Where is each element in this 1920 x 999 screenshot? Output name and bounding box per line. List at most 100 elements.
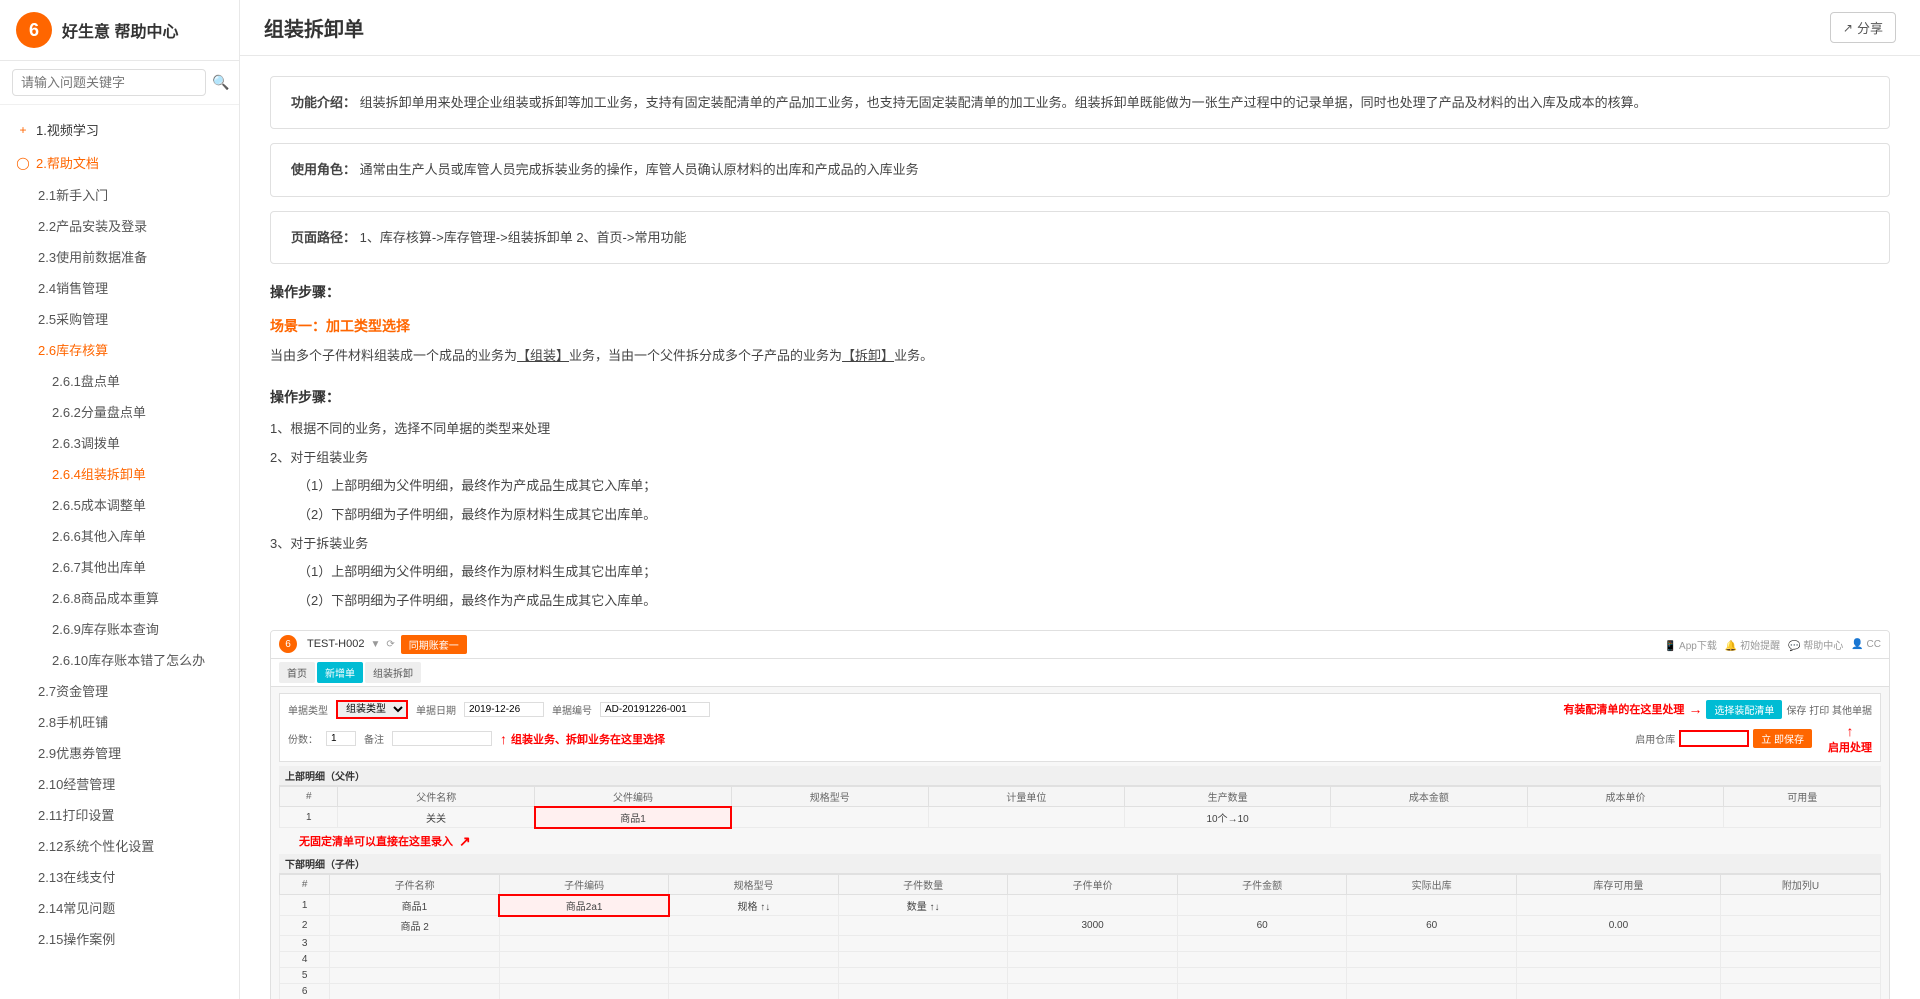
sim-count-input[interactable] — [326, 731, 356, 746]
sidebar-item-sales[interactable]: 2.4销售管理 — [0, 272, 239, 303]
sidebar-item-mobile[interactable]: 2.8手机旺铺 — [0, 706, 239, 737]
share-label: 分享 — [1857, 18, 1883, 37]
sim-refresh-icon[interactable]: ⟳ — [386, 639, 394, 650]
sidebar-item-finance[interactable]: 2.7资金管理 — [0, 675, 239, 706]
annotation2-text: 组装业务、拆卸业务在这里选择 — [511, 731, 665, 747]
sim-note-input[interactable] — [392, 731, 492, 746]
sim-app-icon1: 📱 App下载 — [1664, 637, 1716, 652]
upper-row-1: 1 关关 商品1 10个→10 — [280, 807, 1881, 828]
sidebar-item-prepare[interactable]: 2.3使用前数据准备 — [0, 241, 239, 272]
sidebar-item-stocktake[interactable]: 2.6.1盘点单 — [0, 365, 239, 396]
path-label: 页面路径： — [291, 230, 356, 245]
sidebar-item-ops[interactable]: 2.10经营管理 — [0, 768, 239, 799]
sim-bom-btn[interactable]: 选择装配清单 — [1706, 700, 1782, 719]
upper-table: # 父件名称 父件编码 规格型号 计量单位 生产数量 成本金额 成本单价 可用量 — [279, 786, 1881, 829]
sim-app-logo: 6 — [279, 635, 297, 653]
sidebar-item-cost-adjust[interactable]: 2.6.5成本调整单 — [0, 489, 239, 520]
sim-app-icon2: 🔔 初始提醒 — [1725, 637, 1780, 652]
scenario1-heading: 场景一：加工类型选择 — [270, 316, 1890, 336]
path-box: 页面路径： 1、库存核算->库存管理->组装拆卸单 2、首页->常用功能 — [270, 211, 1890, 264]
sim-type-select[interactable]: 组装类型 拆卸类型 — [336, 700, 408, 719]
sim-date-label: 单据日期 — [416, 702, 456, 717]
sidebar-item-install[interactable]: 2.2产品安装及登录 — [0, 210, 239, 241]
sim-docno-input[interactable] — [600, 702, 710, 717]
lower-row-1: 1 商品1 商品2a1 规格 ↑↓ 数量 ↑↓ — [280, 895, 1881, 916]
search-button[interactable]: 🔍 — [212, 74, 229, 91]
lower-row-5: 5 — [280, 968, 1881, 984]
sim-user: 👤 CC — [1851, 639, 1881, 650]
topbar: 组装拆卸单 ↗ 分享 — [240, 0, 1920, 56]
sidebar-item-assemble[interactable]: 2.6.4组装拆卸单 — [0, 458, 239, 489]
sidebar-item-split[interactable]: 2.6.2分量盘点单 — [0, 396, 239, 427]
step2-sub1: （1）上部明细为父件明细，最终作为产成品生成其它入库单； — [270, 474, 1890, 499]
sidebar-item-new[interactable]: 2.1新手入门 — [0, 179, 239, 210]
lower-row-4: 4 — [280, 952, 1881, 968]
sidebar-item-faq[interactable]: 2.14常见问题 — [0, 892, 239, 923]
sidebar-header: 6 好生意 帮助中心 — [0, 0, 239, 61]
sidebar-item-stock-query[interactable]: 2.6.9库存账本查询 — [0, 613, 239, 644]
step2-sub2: （2）下部明细为子件明细，最终作为原材料生成其它出库单。 — [270, 503, 1890, 528]
lower-row-2: 2 商品 2 3000 60 60 0.00 — [280, 916, 1881, 936]
collapse-icon: ◯ — [16, 156, 30, 170]
sim-app-icon3: 💬 帮助中心 — [1788, 637, 1843, 652]
sidebar-item-video[interactable]: + 1.视频学习 — [0, 113, 239, 146]
scenario1-desc: 当由多个子件材料组装成一个成品的业务为【组装】业务，当由一个父件拆分成多个子产品… — [270, 344, 1890, 369]
nav-section-video: + 1.视频学习 — [0, 113, 239, 146]
annotation4-text: 无固定清单可以直接在这里录入 — [299, 833, 453, 849]
sidebar-item-coupon[interactable]: 2.9优惠券管理 — [0, 737, 239, 768]
sidebar-item-docs[interactable]: ◯ 2.帮助文档 — [0, 146, 239, 179]
sim-orange-btn[interactable]: 同期账套一 — [401, 635, 467, 654]
sim-topbar: 6 TEST-H002 ▼ ⟳ 同期账套一 📱 App下载 🔔 初始提醒 💬 帮… — [271, 631, 1889, 659]
sim-company: TEST-H002 — [307, 638, 364, 650]
ops-heading: 操作步骤： — [270, 282, 1890, 302]
sidebar-item-cost-calc[interactable]: 2.6.8商品成本重算 — [0, 582, 239, 613]
sidebar-item-custom[interactable]: 2.12系统个性化设置 — [0, 830, 239, 861]
sim-save-btn[interactable]: 立 即保存 — [1753, 729, 1812, 748]
sim-warehouse-input[interactable] — [1679, 730, 1749, 747]
share-button[interactable]: ↗ 分享 — [1830, 12, 1896, 43]
sim-tab-bar: 首页 新增单 组装拆卸 — [271, 659, 1889, 687]
sim-tab-new[interactable]: 新增单 — [317, 662, 363, 683]
sidebar-item-label: 1.视频学习 — [36, 120, 99, 139]
sidebar-item-label: 2.帮助文档 — [36, 153, 99, 172]
page-title: 组装拆卸单 — [264, 13, 364, 42]
sim-note-label: 备注 — [364, 731, 384, 746]
search-box: 🔍 — [0, 61, 239, 105]
annotation3-text: 启用处理 — [1828, 739, 1872, 755]
step3-sub2: （2）下部明细为子件明细，最终作为产成品生成其它入库单。 — [270, 589, 1890, 614]
intro-label: 功能介绍： — [291, 95, 356, 110]
sidebar-item-cases[interactable]: 2.15操作案例 — [0, 923, 239, 954]
sim-tab-assemble[interactable]: 组装拆卸 — [365, 662, 421, 683]
step1: 1、根据不同的业务，选择不同单据的类型来处理 — [270, 417, 1890, 442]
annotation1-text: 有装配清单的在这里处理 — [1563, 701, 1684, 717]
sim-date-input[interactable] — [464, 702, 544, 717]
step2: 2、对于组装业务 — [270, 446, 1890, 471]
role-text: 通常由生产人员或库管人员完成拆装业务的操作，库管人员确认原材料的出库和产成品的入… — [360, 162, 919, 177]
app-name: 好生意 帮助中心 — [62, 18, 178, 42]
sidebar-item-online-pay[interactable]: 2.13在线支付 — [0, 861, 239, 892]
sidebar-item-purchase[interactable]: 2.5采购管理 — [0, 303, 239, 334]
search-input[interactable] — [12, 69, 206, 96]
sidebar-item-other-out[interactable]: 2.6.7其他出库单 — [0, 551, 239, 582]
annotation3-arrow: ↑ — [1847, 723, 1854, 739]
sim-count-label: 份数： — [288, 731, 318, 746]
nav-section-docs: ◯ 2.帮助文档 2.1新手入门 2.2产品安装及登录 2.3使用前数据准备 2… — [0, 146, 239, 954]
ops-steps-heading: 操作步骤： — [270, 387, 1890, 407]
path-text: 1、库存核算->库存管理->组装拆卸单 2、首页->常用功能 — [360, 230, 687, 245]
sidebar-item-adjust[interactable]: 2.6.3调拨单 — [0, 427, 239, 458]
sidebar-item-stock-error[interactable]: 2.6.10库存账本错了怎么办 — [0, 644, 239, 675]
annotation2-arrow: ↑ — [500, 731, 507, 747]
sidebar-item-print[interactable]: 2.11打印设置 — [0, 799, 239, 830]
sidebar-item-inventory[interactable]: 2.6库存核算 — [0, 334, 239, 365]
sim-action-btns: 保存 打印 其他单据 — [1786, 702, 1872, 717]
sim-dropdown[interactable]: ▼ — [370, 639, 380, 650]
sidebar-item-other-in[interactable]: 2.6.6其他入库单 — [0, 520, 239, 551]
annotation4-arrow: ↗ — [459, 833, 471, 850]
role-box: 使用角色： 通常由生产人员或库管人员完成拆装业务的操作，库管人员确认原材料的出库… — [270, 143, 1890, 196]
sim-tab-home[interactable]: 首页 — [279, 662, 315, 683]
sim-field-type-label: 单据类型 — [288, 702, 328, 717]
lower-row-6: 6 — [280, 984, 1881, 999]
lower-section-label: 下部明细（子件） — [279, 854, 1881, 874]
share-icon: ↗ — [1843, 21, 1853, 35]
sim-enable-label: 启用仓库 — [1635, 731, 1675, 746]
